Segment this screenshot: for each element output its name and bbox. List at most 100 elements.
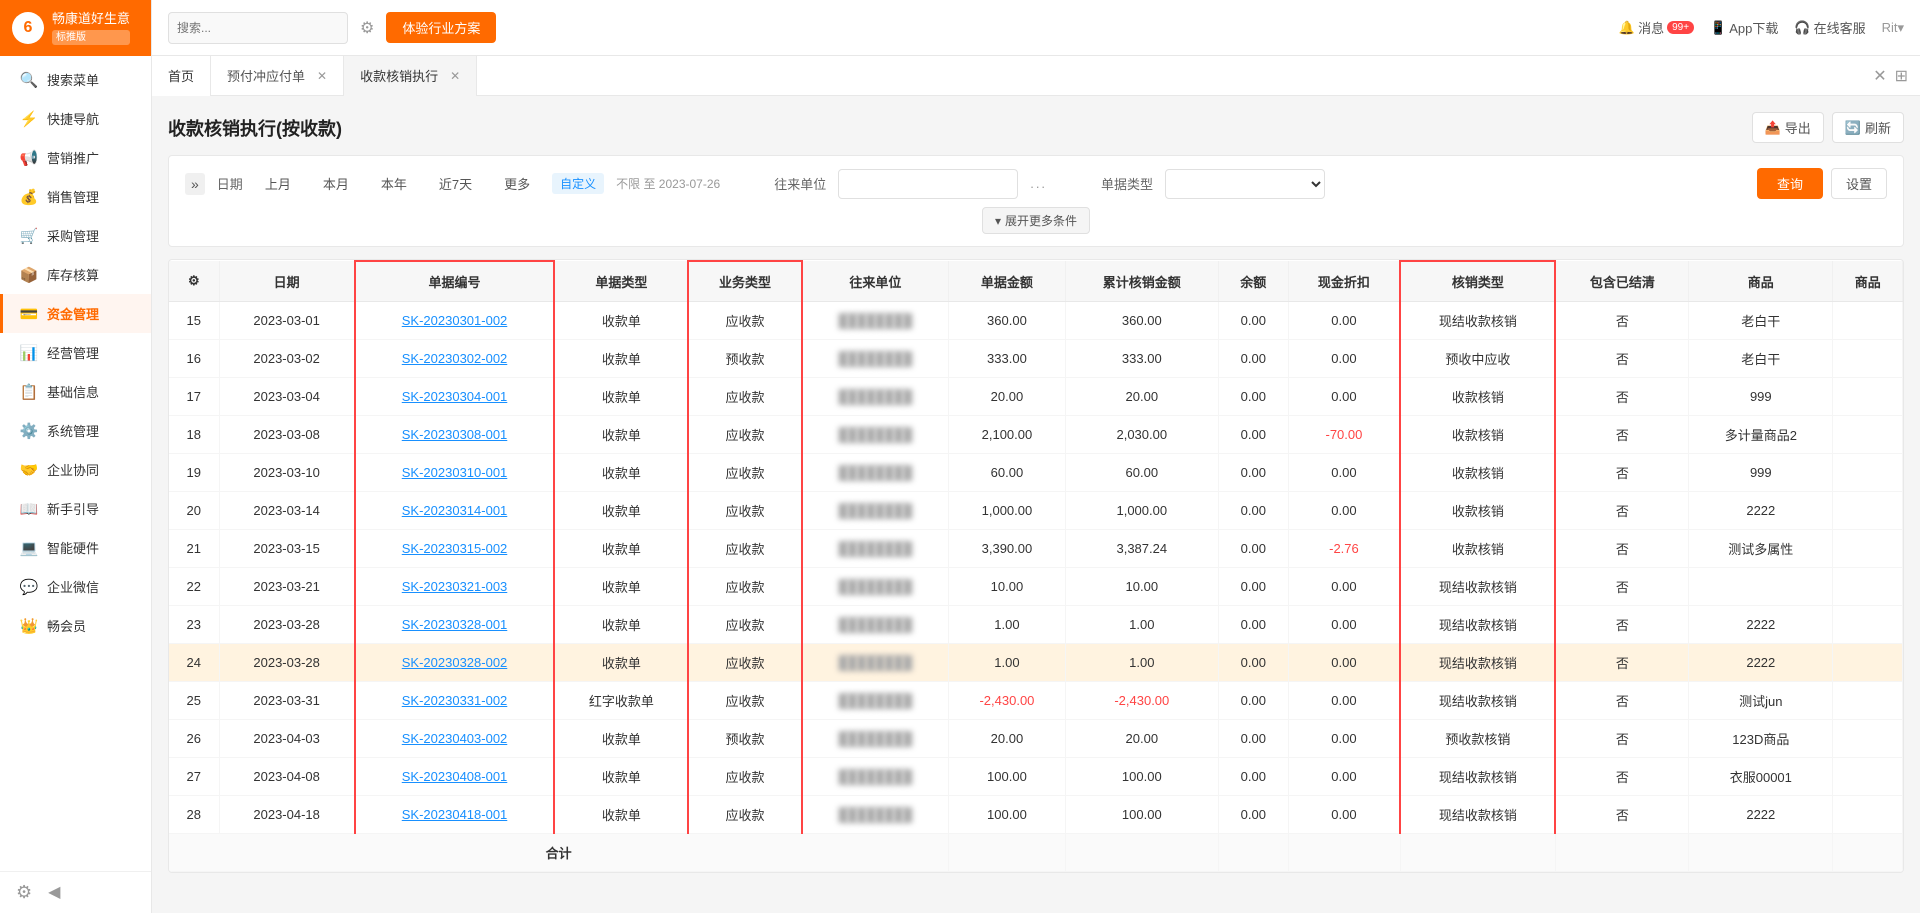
data-table: ⚙ 日期 单据编号 单据类型 业务类型 往来单位 单据金额 累计核销金额 余额 … bbox=[169, 260, 1903, 872]
export-button[interactable]: 📤 导出 bbox=[1752, 112, 1824, 143]
bill-no-link[interactable]: SK-20230331-002 bbox=[402, 693, 508, 708]
refresh-button[interactable]: 🔄 刷新 bbox=[1832, 112, 1904, 143]
notifications[interactable]: 🔔 消息 99+ bbox=[1619, 18, 1694, 37]
cell-balance: 0.00 bbox=[1219, 568, 1288, 606]
col-config[interactable]: ⚙ bbox=[169, 261, 219, 302]
cell-biz-type: 预收款 bbox=[688, 340, 801, 378]
cell-no: 23 bbox=[169, 606, 219, 644]
settings-icon[interactable]: ⚙ bbox=[16, 882, 32, 903]
sidebar-item-12[interactable]: 💻智能硬件 bbox=[0, 528, 151, 567]
table-row[interactable]: 25 2023-03-31 SK-20230331-002 红字收款单 应收款 … bbox=[169, 682, 1903, 720]
sidebar-item-10[interactable]: 🤝企业协同 bbox=[0, 450, 151, 489]
table-row[interactable]: 27 2023-04-08 SK-20230408-001 收款单 应收款 ██… bbox=[169, 758, 1903, 796]
bill-no-link[interactable]: SK-20230302-002 bbox=[402, 351, 508, 366]
user-avatar[interactable]: Rit▾ bbox=[1882, 20, 1904, 36]
sidebar-item-3[interactable]: 💰销售管理 bbox=[0, 177, 151, 216]
filter-toggle-icon[interactable]: » bbox=[185, 173, 205, 195]
sidebar-item-4[interactable]: 🛒采购管理 bbox=[0, 216, 151, 255]
sidebar-icon-1: ⚡ bbox=[19, 110, 39, 128]
sidebar-item-0[interactable]: 🔍搜索菜单 bbox=[0, 60, 151, 99]
partner-input[interactable] bbox=[838, 169, 1018, 199]
custom-date-btn[interactable]: 自定义 bbox=[552, 173, 604, 194]
cell-no: 18 bbox=[169, 416, 219, 454]
cell-biz-type: 应收款 bbox=[688, 454, 801, 492]
tab-2[interactable]: 收款核销执行✕ bbox=[344, 56, 477, 96]
sidebar-item-2[interactable]: 📢营销推广 bbox=[0, 138, 151, 177]
sidebar-item-13[interactable]: 💬企业微信 bbox=[0, 567, 151, 606]
tab-close-2[interactable]: ✕ bbox=[450, 69, 460, 83]
industry-solution-button[interactable]: 体验行业方案 bbox=[386, 12, 496, 43]
setting-button[interactable]: 设置 bbox=[1831, 168, 1887, 199]
table-row[interactable]: 23 2023-03-28 SK-20230328-001 收款单 应收款 ██… bbox=[169, 606, 1903, 644]
table-row[interactable]: 21 2023-03-15 SK-20230315-002 收款单 应收款 ██… bbox=[169, 530, 1903, 568]
table-row[interactable]: 17 2023-03-04 SK-20230304-001 收款单 应收款 ██… bbox=[169, 378, 1903, 416]
cell-partner: ████████ bbox=[802, 378, 949, 416]
table-row[interactable]: 20 2023-03-14 SK-20230314-001 收款单 应收款 ██… bbox=[169, 492, 1903, 530]
cell-verify-type: 收款核销 bbox=[1400, 416, 1555, 454]
sidebar-item-1[interactable]: ⚡快捷导航 bbox=[0, 99, 151, 138]
cell-goods1: 2222 bbox=[1689, 796, 1833, 834]
this-month-btn[interactable]: 本月 bbox=[313, 171, 359, 196]
cell-bill-type: 红字收款单 bbox=[554, 682, 688, 720]
online-service[interactable]: 🎧 在线客服 bbox=[1794, 18, 1865, 37]
bill-no-link[interactable]: SK-20230408-001 bbox=[402, 769, 508, 784]
last-7days-btn[interactable]: 近7天 bbox=[429, 171, 482, 196]
query-button[interactable]: 查询 bbox=[1757, 168, 1823, 199]
cell-biz-type: 应收款 bbox=[688, 492, 801, 530]
table-row[interactable]: 15 2023-03-01 SK-20230301-002 收款单 应收款 ██… bbox=[169, 302, 1903, 340]
cell-date: 2023-03-02 bbox=[219, 340, 355, 378]
footer-g2 bbox=[1833, 834, 1903, 872]
sidebar-icon-14: 👑 bbox=[19, 617, 39, 635]
sidebar-item-9[interactable]: ⚙️系统管理 bbox=[0, 411, 151, 450]
last-month-btn[interactable]: 上月 bbox=[255, 171, 301, 196]
cell-cash-discount: 0.00 bbox=[1288, 568, 1400, 606]
expand-btn[interactable]: ▾ 展开更多条件 bbox=[982, 207, 1090, 234]
table-row[interactable]: 26 2023-04-03 SK-20230403-002 收款单 预收款 ██… bbox=[169, 720, 1903, 758]
tab-0[interactable]: 首页 bbox=[152, 56, 211, 96]
table-row[interactable]: 18 2023-03-08 SK-20230308-001 收款单 应收款 ██… bbox=[169, 416, 1903, 454]
bill-no-link[interactable]: SK-20230328-002 bbox=[402, 655, 508, 670]
sidebar-item-11[interactable]: 📖新手引导 bbox=[0, 489, 151, 528]
gear-icon[interactable]: ⚙ bbox=[360, 18, 374, 38]
tab-1[interactable]: 预付冲应付单 ✕ bbox=[211, 56, 344, 96]
tab-expand-icon[interactable]: ⊞ bbox=[1895, 66, 1908, 86]
cell-cash-discount: -70.00 bbox=[1288, 416, 1400, 454]
cell-included: 否 bbox=[1555, 340, 1688, 378]
footer-discount bbox=[1288, 834, 1400, 872]
bill-no-link[interactable]: SK-20230308-001 bbox=[402, 427, 508, 442]
bill-no-link[interactable]: SK-20230315-002 bbox=[402, 541, 508, 556]
sidebar-item-5[interactable]: 📦库存核算 bbox=[0, 255, 151, 294]
bill-no-link[interactable]: SK-20230328-001 bbox=[402, 617, 508, 632]
app-download[interactable]: 📱 App下载 bbox=[1710, 18, 1778, 37]
sidebar-item-14[interactable]: 👑畅会员 bbox=[0, 606, 151, 645]
bill-no-link[interactable]: SK-20230310-001 bbox=[402, 465, 508, 480]
cell-amount: 1.00 bbox=[949, 644, 1065, 682]
tab-label-1: 预付冲应付单 bbox=[227, 66, 305, 85]
search-input[interactable] bbox=[168, 12, 348, 44]
sidebar-item-7[interactable]: 📊经营管理 bbox=[0, 333, 151, 372]
table-row[interactable]: 28 2023-04-18 SK-20230418-001 收款单 应收款 ██… bbox=[169, 796, 1903, 834]
table-row[interactable]: 24 2023-03-28 SK-20230328-002 收款单 应收款 ██… bbox=[169, 644, 1903, 682]
bill-type-select[interactable] bbox=[1165, 169, 1325, 199]
sidebar-item-6[interactable]: 💳资金管理 bbox=[0, 294, 151, 333]
bill-no-link[interactable]: SK-20230304-001 bbox=[402, 389, 508, 404]
bill-no-link[interactable]: SK-20230418-001 bbox=[402, 807, 508, 822]
table-row[interactable]: 16 2023-03-02 SK-20230302-002 收款单 预收款 ██… bbox=[169, 340, 1903, 378]
bill-no-link[interactable]: SK-20230301-002 bbox=[402, 313, 508, 328]
sidebar-item-8[interactable]: 📋基础信息 bbox=[0, 372, 151, 411]
cell-included: 否 bbox=[1555, 302, 1688, 340]
sidebar-label-5: 库存核算 bbox=[47, 265, 99, 284]
tab-close-all-icon[interactable]: ✕ bbox=[1873, 66, 1886, 86]
collapse-icon[interactable]: ◀ bbox=[48, 882, 60, 903]
table-row[interactable]: 22 2023-03-21 SK-20230321-003 收款单 应收款 ██… bbox=[169, 568, 1903, 606]
cell-date: 2023-03-10 bbox=[219, 454, 355, 492]
this-year-btn[interactable]: 本年 bbox=[371, 171, 417, 196]
tab-close-1[interactable]: ✕ bbox=[317, 69, 327, 83]
bill-no-link[interactable]: SK-20230403-002 bbox=[402, 731, 508, 746]
table-row[interactable]: 19 2023-03-10 SK-20230310-001 收款单 应收款 ██… bbox=[169, 454, 1903, 492]
bill-no-link[interactable]: SK-20230314-001 bbox=[402, 503, 508, 518]
bill-no-link[interactable]: SK-20230321-003 bbox=[402, 579, 508, 594]
cell-bill-no: SK-20230315-002 bbox=[355, 530, 555, 568]
more-date-btn[interactable]: 更多 bbox=[494, 171, 540, 196]
cell-goods2 bbox=[1833, 454, 1903, 492]
